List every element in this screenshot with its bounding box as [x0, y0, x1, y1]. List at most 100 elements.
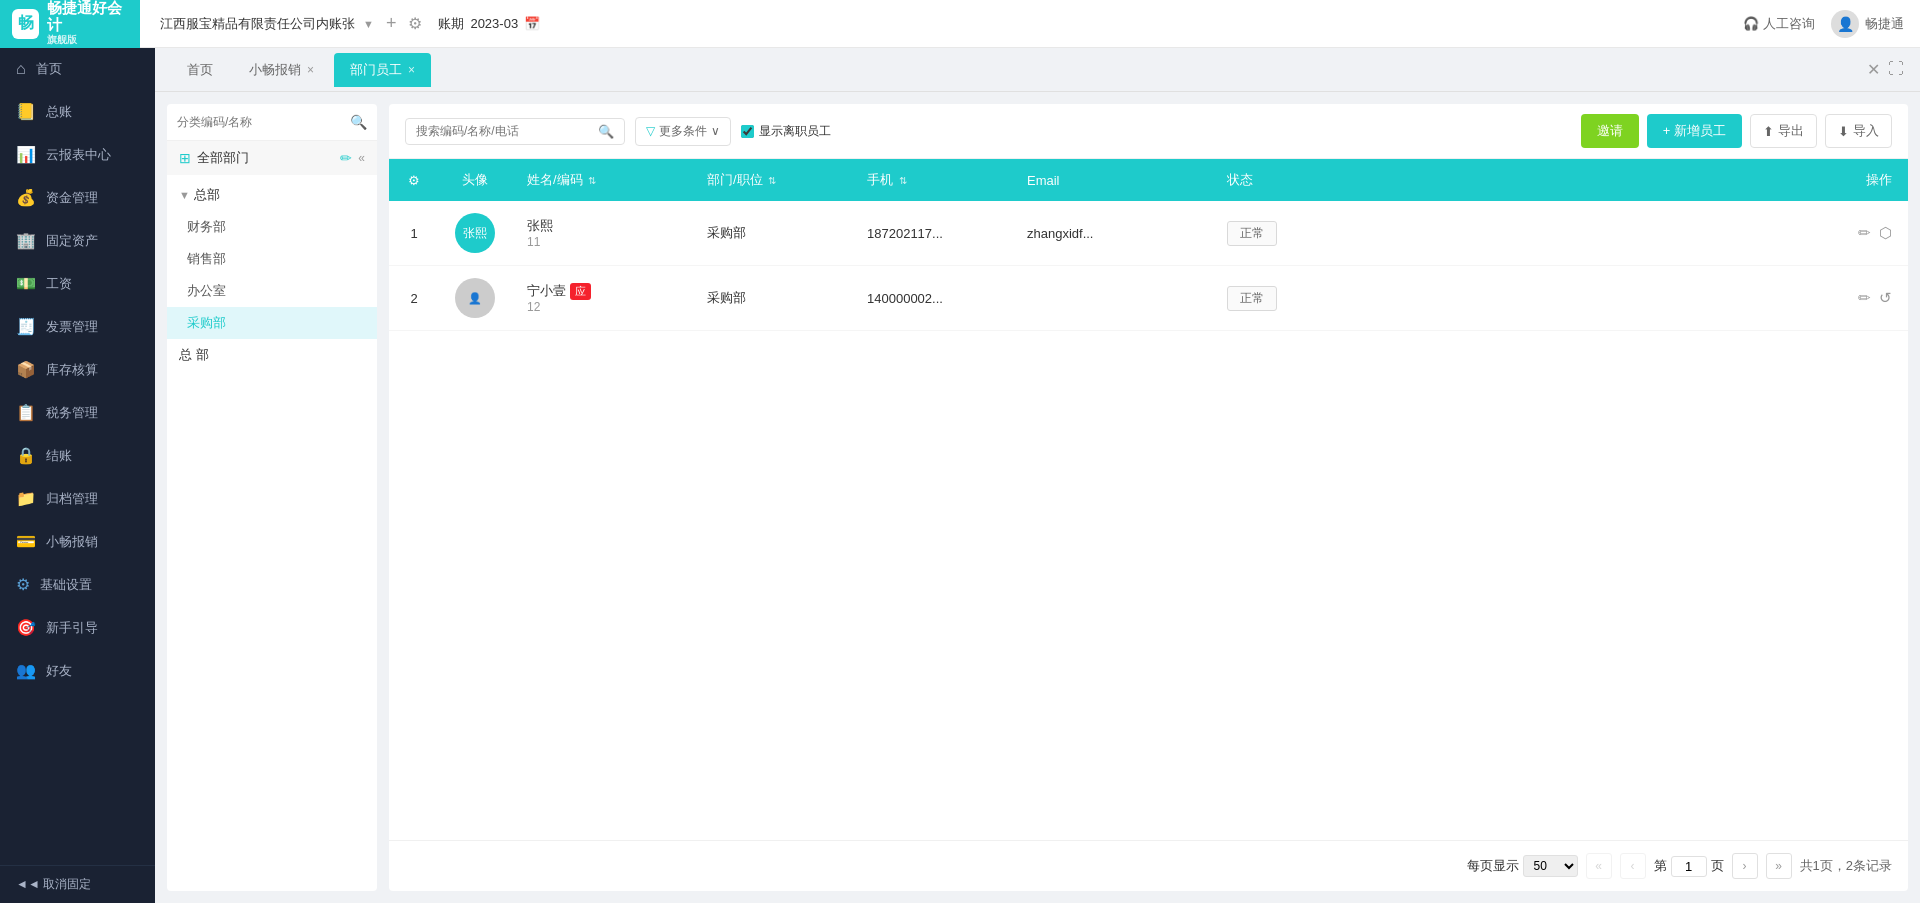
tab-expand-icon[interactable]: ⛶: [1888, 60, 1904, 79]
row2-dept: 采购部: [691, 266, 851, 331]
dept-all-label: 全部部门: [197, 149, 249, 167]
th-settings[interactable]: ⚙: [389, 159, 439, 201]
top-nav-right: 🎧 人工咨询 👤 畅捷通: [1743, 10, 1904, 38]
th-name[interactable]: 姓名/编码 ⇅: [511, 159, 691, 201]
funds-icon: 💰: [16, 188, 36, 207]
import-button[interactable]: ⬇ 导入: [1825, 114, 1892, 148]
per-page-select[interactable]: 50 20 100: [1523, 855, 1578, 877]
prev-page-button[interactable]: ‹: [1620, 853, 1646, 879]
tab-employees-close-icon[interactable]: ×: [408, 63, 415, 77]
row1-edit-icon[interactable]: ✏: [1858, 224, 1871, 242]
import-icon: ⬇: [1838, 124, 1849, 139]
period-selector[interactable]: 账期 2023-03 📅: [438, 15, 540, 33]
sidebar-label-ledger: 总账: [46, 103, 72, 121]
sidebar-item-salary[interactable]: 💵 工资: [0, 262, 155, 305]
user-name: 畅捷通: [1865, 15, 1904, 33]
dept-node-xiaoshoubu[interactable]: 销售部: [167, 243, 377, 275]
sidebar-item-expense[interactable]: 💳 小畅报销: [0, 520, 155, 563]
th-phone-label: 手机: [867, 172, 893, 187]
tab-expense-close-icon[interactable]: ×: [307, 63, 314, 77]
th-action: 操作: [1808, 159, 1908, 201]
sidebar-item-funds[interactable]: 💰 资金管理: [0, 176, 155, 219]
tab-bar: 首页 小畅报销 × 部门员工 × ✕ ⛶: [155, 48, 1920, 92]
sidebar-item-assets[interactable]: 🏢 固定资产: [0, 219, 155, 262]
filter-arrow-icon: ∨: [711, 124, 720, 138]
tab-home[interactable]: 首页: [171, 53, 229, 87]
row2-delete-icon[interactable]: ↺: [1879, 289, 1892, 307]
sidebar-item-home[interactable]: ⌂ 首页: [0, 48, 155, 90]
dept-node-caiwubu[interactable]: 财务部: [167, 211, 377, 243]
row2-edit-icon[interactable]: ✏: [1858, 289, 1871, 307]
th-dept[interactable]: 部门/职位 ⇅: [691, 159, 851, 201]
add-company-icon[interactable]: +: [386, 13, 397, 34]
company-selector[interactable]: 江西服宝精品有限责任公司内账张 ▼: [160, 15, 374, 33]
sidebar-item-guide[interactable]: 🎯 新手引导: [0, 606, 155, 649]
dept-node-zongbu2[interactable]: 总 部: [167, 339, 377, 371]
tab-expense[interactable]: 小畅报销 ×: [233, 53, 330, 87]
dept-caiwubu-label: 财务部: [187, 218, 226, 236]
sidebar-item-reports[interactable]: 📊 云报表中心: [0, 133, 155, 176]
tab-employees[interactable]: 部门员工 ×: [334, 53, 431, 87]
export-button[interactable]: ⬆ 导出: [1750, 114, 1817, 148]
sidebar-label-tax: 税务管理: [46, 404, 98, 422]
sidebar-item-tax[interactable]: 📋 税务管理: [0, 391, 155, 434]
sidebar: ⌂ 首页 📒 总账 📊 云报表中心 💰 资金管理 🏢 固定资产 💵 工资 🧾 发…: [0, 48, 155, 903]
show-resigned-text: 显示离职员工: [759, 123, 831, 140]
dept-all-button[interactable]: ⊞ 全部部门 ✏ «: [167, 141, 377, 175]
employee-table: ⚙ 头像 姓名/编码 ⇅ 部门/职位: [389, 159, 1908, 840]
archive-icon: 📁: [16, 489, 36, 508]
dept-xiaoshoubu-label: 销售部: [187, 250, 226, 268]
dept-caigoubu-label: 采购部: [187, 314, 226, 332]
sidebar-item-invoice[interactable]: 🧾 发票管理: [0, 305, 155, 348]
dept-panel: 🔍 ⊞ 全部部门 ✏ « ▼ 总部: [167, 104, 377, 891]
invite-button[interactable]: 邀请: [1581, 114, 1639, 148]
dept-bangongshi-label: 办公室: [187, 282, 226, 300]
page-input[interactable]: [1671, 856, 1707, 877]
row2-avatar-cell: 👤: [439, 266, 511, 331]
dept-search-bar: 🔍: [167, 104, 377, 141]
user-menu[interactable]: 👤 畅捷通: [1831, 10, 1904, 38]
sidebar-item-closing[interactable]: 🔒 结账: [0, 434, 155, 477]
more-filter-button[interactable]: ▽ 更多条件 ∨: [635, 117, 731, 146]
settings-icon[interactable]: ⚙: [408, 14, 422, 33]
pagination: 每页显示 50 20 100 « ‹ 第 页 ›: [389, 840, 1908, 891]
cancel-fixed-button[interactable]: ◄◄ 取消固定: [0, 865, 155, 903]
last-page-button[interactable]: »: [1766, 853, 1792, 879]
sidebar-item-ledger[interactable]: 📒 总账: [0, 90, 155, 133]
add-employee-button[interactable]: + 新增员工: [1647, 114, 1742, 148]
logo-icon: 畅: [12, 9, 39, 39]
dept-zongbu-label: 总部: [194, 186, 220, 204]
dept-collapse-icon[interactable]: «: [358, 151, 365, 165]
sidebar-item-settings[interactable]: ⚙ 基础设置: [0, 563, 155, 606]
dept-node-zongbu-parent[interactable]: ▼ 总部: [167, 179, 377, 211]
first-page-button[interactable]: «: [1586, 853, 1612, 879]
row2-status-cell: 正常: [1211, 266, 1808, 331]
sidebar-label-partner: 好友: [46, 662, 72, 680]
dept-edit-icon[interactable]: ✏: [340, 150, 352, 166]
main-layout: ⌂ 首页 📒 总账 📊 云报表中心 💰 资金管理 🏢 固定资产 💵 工资 🧾 发…: [0, 48, 1920, 903]
show-resigned-label[interactable]: 显示离职员工: [741, 123, 831, 140]
service-button[interactable]: 🎧 人工咨询: [1743, 15, 1815, 33]
app-logo[interactable]: 畅 畅捷通好会计 旗舰版: [0, 0, 140, 48]
sidebar-item-archive[interactable]: 📁 归档管理: [0, 477, 155, 520]
th-phone-sort-icon: ⇅: [899, 175, 907, 186]
th-action-label: 操作: [1866, 172, 1892, 187]
row1-more-icon[interactable]: ⬡: [1879, 224, 1892, 242]
dept-node-caigoubu[interactable]: 采购部: [167, 307, 377, 339]
dept-tree: ▼ 总部 财务部 销售部 办公室 采购部: [167, 175, 377, 891]
filter-label: 更多条件: [659, 123, 707, 140]
row2-index: 2: [389, 266, 439, 331]
dept-node-bangongshi[interactable]: 办公室: [167, 275, 377, 307]
sidebar-item-partner[interactable]: 👥 好友: [0, 649, 155, 692]
per-page-selector: 每页显示 50 20 100: [1467, 855, 1578, 877]
show-resigned-checkbox[interactable]: [741, 125, 754, 138]
employee-search-input[interactable]: [416, 124, 592, 138]
sidebar-item-inventory[interactable]: 📦 库存核算: [0, 348, 155, 391]
tab-close-all-icon[interactable]: ✕: [1867, 60, 1880, 79]
dept-search-input[interactable]: [177, 115, 344, 129]
next-page-button[interactable]: ›: [1732, 853, 1758, 879]
table-row: 2 👤 宁小壹 应: [389, 266, 1908, 331]
th-phone[interactable]: 手机 ⇅: [851, 159, 1011, 201]
toolbar: 🔍 ▽ 更多条件 ∨ 显示离职员工 邀请 + 新增员工: [389, 104, 1908, 159]
per-page-label: 每页显示: [1467, 857, 1519, 875]
